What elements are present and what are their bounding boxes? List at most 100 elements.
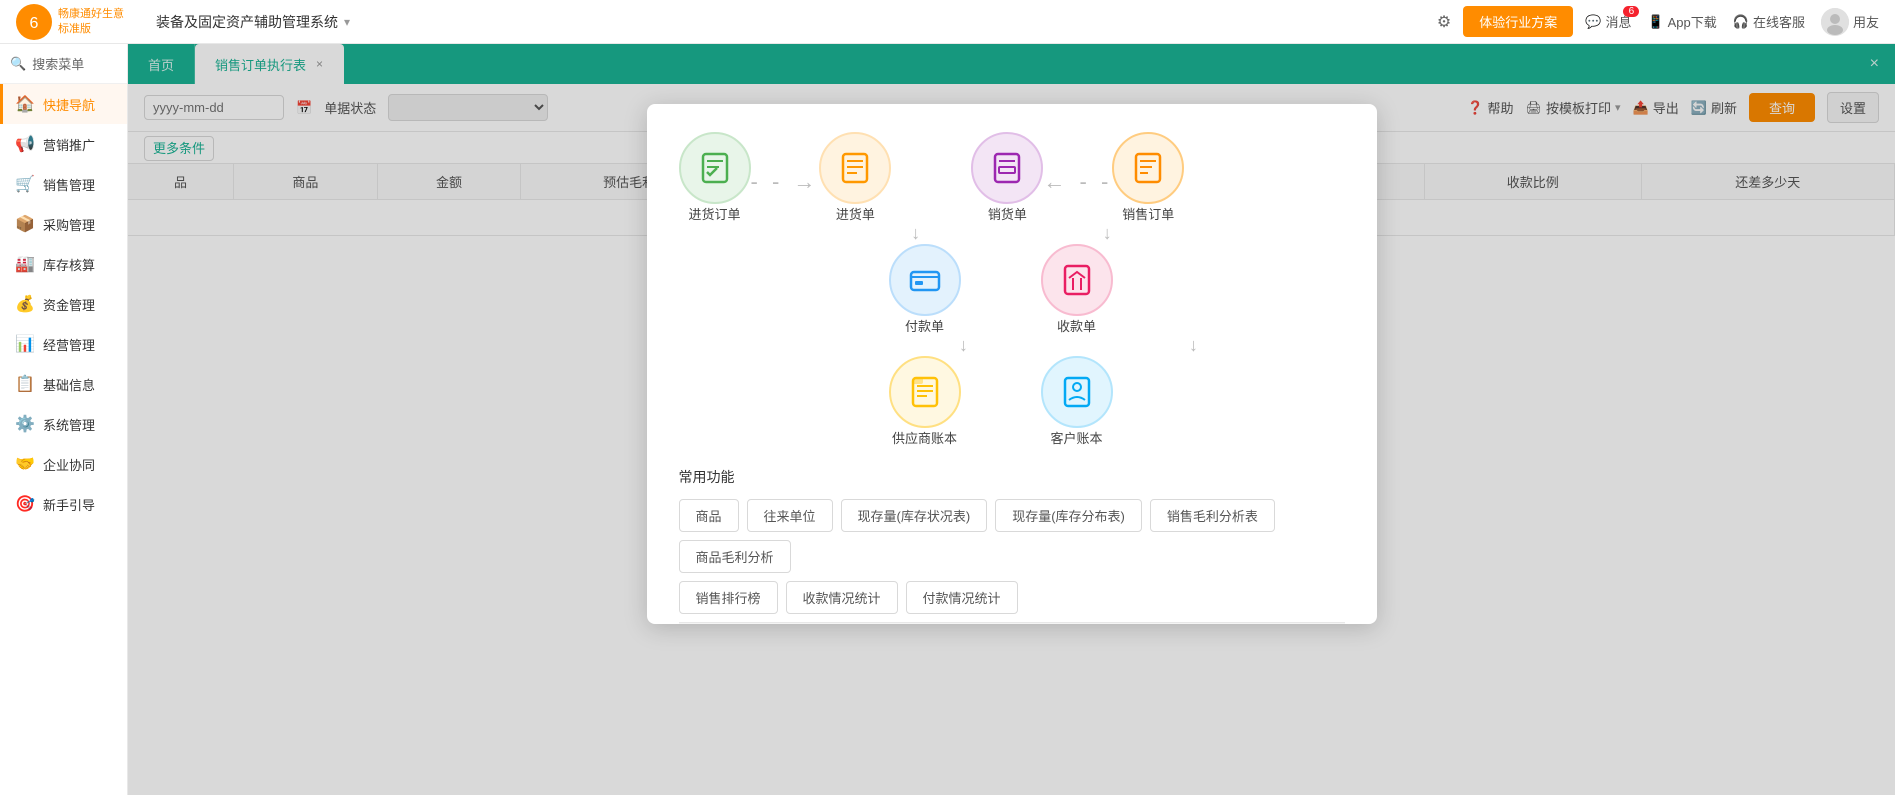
modal-scrollbar[interactable]: ◀ ▶ [679,622,1345,624]
sidebar-label-sales: 销售管理 [43,175,95,194]
func-btn-sales-margin[interactable]: 销售毛利分析表 [1150,499,1275,532]
sidebar-label-enterprise: 企业协同 [43,455,95,474]
system-name: 装备及固定资产辅助管理系统 [156,12,338,32]
workflow-modal: 进货订单 - - → 进货单 [647,104,1377,624]
spacer4 [1170,223,1220,244]
sidebar-label-purchase: 采购管理 [43,215,95,234]
customer-ledger-label: 客户账本 [1050,428,1102,447]
sidebar-label-base-info: 基础信息 [43,375,95,394]
sidebar-item-purchase[interactable]: 📦 采购管理 [0,204,127,244]
sidebar-label-quick-nav: 快捷导航 [43,95,95,114]
system-icon: ⚙️ [15,414,35,434]
sales-slip-icon[interactable] [971,132,1043,204]
sidebar-item-guide[interactable]: 🎯 新手引导 [0,484,127,524]
arrow-po-to-ps: - - → [751,169,820,223]
app-download-action[interactable]: 📱 App下载 [1647,12,1716,31]
sales-order-icon[interactable] [1112,132,1184,204]
settings-icon[interactable]: ⚙ [1437,12,1451,32]
logo-text-line1: 畅康通好生意 [58,7,124,21]
v-arrow-payment: ↓ [889,335,1039,356]
sidebar: 🔍 搜索菜单 🏠 快捷导航 📢 营销推广 🛒 销售管理 📦 采购管理 🏭 [0,44,128,795]
logo-area: 6 畅康通好生意 标准版 [16,4,144,40]
service-icon: 🎧 [1733,14,1749,30]
sidebar-label-system: 系统管理 [43,415,95,434]
download-icon: 📱 [1647,14,1663,30]
sales-slip-label: 销货单 [988,204,1027,223]
finance-icon: 💰 [15,294,35,314]
spacer5 [1220,223,1345,244]
svg-text:6: 6 [30,15,39,32]
sidebar-item-base-info[interactable]: 📋 基础信息 [0,364,127,404]
v-arrow-receipt: ↓ [1119,335,1269,356]
online-service-action[interactable]: 🎧 在线客服 [1733,12,1805,31]
spacer9 [679,335,889,356]
wf-col-payment: 付款单 [889,244,961,335]
scroll-left-arrow[interactable]: ◀ [681,624,690,625]
func-btn-payment-stat[interactable]: 付款情况统计 [906,581,1018,614]
purchase-slip-icon[interactable] [819,132,891,204]
func-btn-sales-rank[interactable]: 销售排行榜 [679,581,778,614]
marketing-icon: 📢 [15,134,35,154]
content-area: 首页 销售订单执行表 × × 📅 单据状态 ❓ [128,44,1895,795]
base-info-icon: 📋 [15,374,35,394]
workflow-diagram: 进货订单 - - → 进货单 [679,132,1345,447]
func-btn-product-margin[interactable]: 商品毛利分析 [679,540,791,573]
receipt-slip-label: 收款单 [1057,316,1096,335]
payment-slip-icon[interactable] [889,244,961,316]
sidebar-label-operations: 经营管理 [43,335,95,354]
sales-icon: 🛒 [15,174,35,194]
sidebar-item-sales[interactable]: 🛒 销售管理 [0,164,127,204]
spacer3 [978,223,1045,244]
sidebar-item-marketing[interactable]: 📢 营销推广 [0,124,127,164]
wf-col-supplier: 供应商账本 [889,356,961,447]
spacer1 [679,223,804,244]
spacer2 [803,223,853,244]
spacer10 [1039,335,1119,356]
func-btn-stock-status[interactable]: 现存量(库存状况表) [841,499,988,532]
func-buttons-row2: 销售排行榜 收款情况统计 付款情况统计 [679,581,1345,614]
sidebar-item-quick-nav[interactable]: 🏠 快捷导航 [0,84,127,124]
sidebar-item-inventory[interactable]: 🏭 库存核算 [0,244,127,284]
online-service-label: 在线客服 [1753,12,1805,31]
user-action[interactable]: 用友 [1821,8,1879,36]
wf-col-receipt: 收款单 [1041,244,1113,335]
logo-icon: 6 [16,4,52,40]
search-icon: 🔍 [10,56,26,72]
sidebar-search-label: 搜索菜单 [32,54,84,73]
operations-icon: 📊 [15,334,35,354]
receipt-slip-icon[interactable] [1041,244,1113,316]
arrow-so-to-ss: ← - - [1043,169,1112,223]
sidebar-item-system[interactable]: ⚙️ 系统管理 [0,404,127,444]
sidebar-item-finance[interactable]: 💰 资金管理 [0,284,127,324]
sidebar-item-enterprise[interactable]: 🤝 企业协同 [0,444,127,484]
message-badge: 6 [1623,6,1639,17]
wf-col-3: 销货单 [971,132,1043,223]
v-arrow-ps: ↓ [853,223,978,244]
supplier-ledger-icon[interactable] [889,356,961,428]
wf-col-1: 进货订单 [679,132,751,223]
func-btn-product[interactable]: 商品 [679,499,739,532]
avatar [1821,8,1849,36]
logo-text: 畅康通好生意 标准版 [58,7,124,36]
func-btn-stock-dist[interactable]: 现存量(库存分布表) [995,499,1142,532]
purchase-slip-label: 进货单 [836,204,875,223]
common-functions: 常用功能 商品 往来单位 现存量(库存状况表) 现存量(库存分布表) 销售毛利分… [679,467,1345,614]
supplier-ledger-label: 供应商账本 [892,428,957,447]
common-functions-title: 常用功能 [679,467,1345,487]
func-btn-receipt-stat[interactable]: 收款情况统计 [786,581,898,614]
guide-icon: 🎯 [15,494,35,514]
top-bar: 6 畅康通好生意 标准版 装备及固定资产辅助管理系统 ▾ ⚙ 体验行业方案 💬 … [0,0,1895,44]
purchase-order-icon[interactable] [679,132,751,204]
enterprise-icon: 🤝 [15,454,35,474]
sidebar-item-operations[interactable]: 📊 经营管理 [0,324,127,364]
customer-ledger-icon[interactable] [1041,356,1113,428]
message-action[interactable]: 💬 消息 6 [1585,12,1631,31]
app-download-label: App下载 [1668,12,1717,31]
sidebar-label-finance: 资金管理 [43,295,95,314]
func-btn-customer-supplier[interactable]: 往来单位 [747,499,833,532]
scroll-right-arrow[interactable]: ▶ [1333,624,1342,625]
system-dropdown-icon[interactable]: ▾ [344,15,350,29]
app-container: 6 畅康通好生意 标准版 装备及固定资产辅助管理系统 ▾ ⚙ 体验行业方案 💬 … [0,0,1895,795]
sidebar-search[interactable]: 🔍 搜索菜单 [0,44,127,84]
trial-button[interactable]: 体验行业方案 [1463,6,1573,37]
